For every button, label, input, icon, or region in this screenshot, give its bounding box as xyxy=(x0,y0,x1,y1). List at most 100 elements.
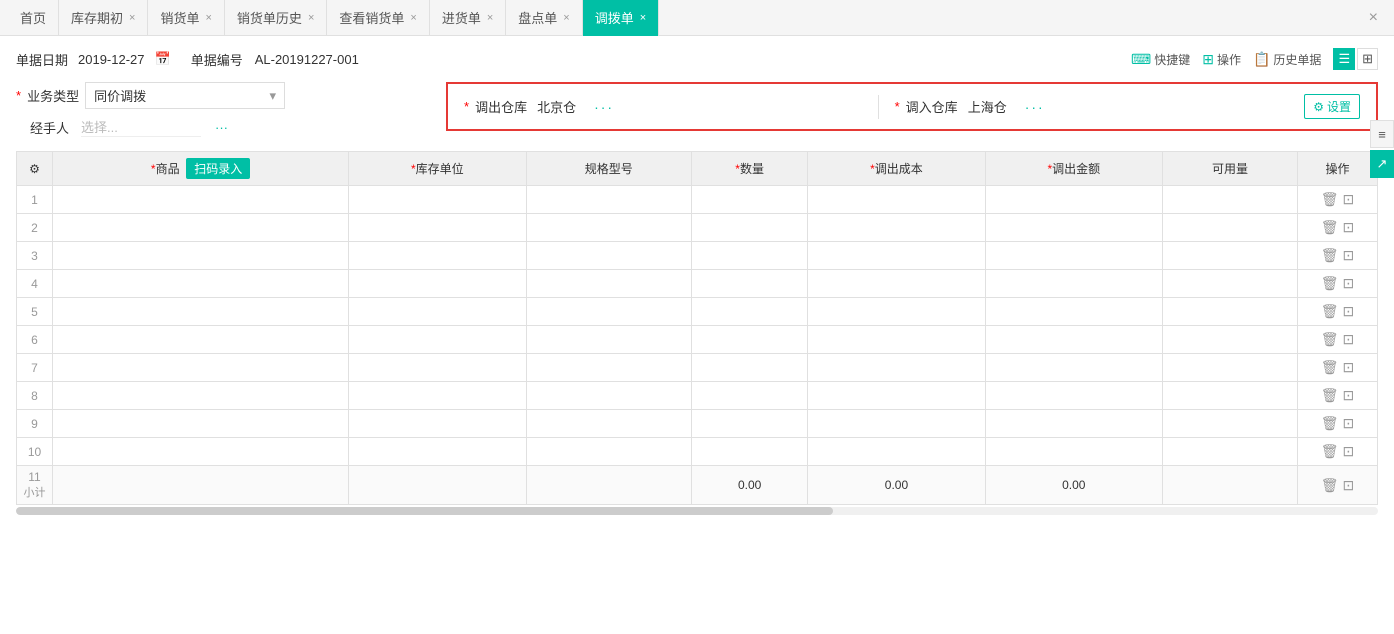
unit-cell[interactable] xyxy=(349,382,526,410)
copy-icon[interactable]: ⊡ xyxy=(1343,219,1355,236)
copy-icon[interactable]: ⊡ xyxy=(1343,443,1355,460)
product-cell[interactable] xyxy=(53,186,349,214)
qty-cell[interactable] xyxy=(691,214,807,242)
copy-icon[interactable]: ⊡ xyxy=(1343,247,1355,264)
out-warehouse-more-icon[interactable]: ··· xyxy=(594,99,614,115)
person-more-icon[interactable]: ··· xyxy=(215,120,228,135)
close-icon[interactable]: × xyxy=(487,12,493,24)
out-cost-cell[interactable] xyxy=(808,186,985,214)
copy-icon[interactable]: ⊡ xyxy=(1343,191,1355,208)
available-cell[interactable] xyxy=(1162,298,1297,326)
product-cell[interactable] xyxy=(53,354,349,382)
delete-icon[interactable]: 🗑 xyxy=(1321,219,1339,236)
unit-cell[interactable] xyxy=(349,354,526,382)
copy-icon[interactable]: ⊡ xyxy=(1343,303,1355,320)
qty-cell[interactable] xyxy=(691,186,807,214)
available-cell[interactable] xyxy=(1162,382,1297,410)
spec-cell[interactable] xyxy=(526,186,691,214)
out-amount-cell[interactable] xyxy=(985,326,1162,354)
copy-icon[interactable]: ⊡ xyxy=(1343,387,1355,404)
settings-button[interactable]: ⚙ 设置 xyxy=(1304,94,1360,119)
spec-cell[interactable] xyxy=(526,214,691,242)
float-expand-button[interactable]: ↗ xyxy=(1370,150,1394,178)
out-cost-cell[interactable] xyxy=(808,214,985,242)
spec-cell[interactable] xyxy=(526,382,691,410)
tab-sales-history[interactable]: 销货单历史 × xyxy=(225,0,327,36)
copy-icon[interactable]: ⊡ xyxy=(1343,331,1355,348)
product-cell[interactable] xyxy=(53,298,349,326)
spec-cell[interactable] xyxy=(526,242,691,270)
qty-cell[interactable] xyxy=(691,410,807,438)
out-amount-cell[interactable] xyxy=(985,410,1162,438)
product-cell[interactable] xyxy=(53,438,349,466)
out-amount-cell[interactable] xyxy=(985,382,1162,410)
tab-sales-order[interactable]: 销货单 × xyxy=(148,0,224,36)
delete-icon[interactable]: 🗑 xyxy=(1321,247,1339,264)
product-cell[interactable] xyxy=(53,382,349,410)
out-cost-cell[interactable] xyxy=(808,438,985,466)
available-cell[interactable] xyxy=(1162,270,1297,298)
unit-cell[interactable] xyxy=(349,214,526,242)
out-cost-cell[interactable] xyxy=(808,270,985,298)
available-cell[interactable] xyxy=(1162,326,1297,354)
tab-view-sales[interactable]: 查看销货单 × xyxy=(327,0,429,36)
unit-cell[interactable] xyxy=(349,186,526,214)
spec-cell[interactable] xyxy=(526,298,691,326)
spec-cell[interactable] xyxy=(526,326,691,354)
biz-type-select[interactable]: 同价调拨 ▾ xyxy=(85,82,285,109)
window-close-button[interactable]: × xyxy=(1361,9,1386,27)
out-cost-cell[interactable] xyxy=(808,326,985,354)
qty-cell[interactable] xyxy=(691,354,807,382)
spec-cell[interactable] xyxy=(526,354,691,382)
unit-cell[interactable] xyxy=(349,438,526,466)
out-amount-cell[interactable] xyxy=(985,270,1162,298)
delete-icon[interactable]: 🗑 xyxy=(1321,477,1339,494)
tab-transfer-order[interactable]: 调拨单 × xyxy=(583,0,659,36)
delete-icon[interactable]: 🗑 xyxy=(1321,415,1339,432)
product-cell[interactable] xyxy=(53,214,349,242)
close-icon[interactable]: × xyxy=(640,12,646,24)
product-cell[interactable] xyxy=(53,242,349,270)
available-cell[interactable] xyxy=(1162,242,1297,270)
delete-icon[interactable]: 🗑 xyxy=(1321,303,1339,320)
delete-icon[interactable]: 🗑 xyxy=(1321,331,1339,348)
qty-cell[interactable] xyxy=(691,326,807,354)
layout-list-icon[interactable]: ☰ xyxy=(1333,48,1355,70)
available-cell[interactable] xyxy=(1162,186,1297,214)
in-warehouse-more-icon[interactable]: ··· xyxy=(1025,99,1045,115)
layout-grid-icon[interactable]: ⊞ xyxy=(1357,48,1378,70)
delete-icon[interactable]: 🗑 xyxy=(1321,275,1339,292)
out-amount-cell[interactable] xyxy=(985,242,1162,270)
delete-icon[interactable]: 🗑 xyxy=(1321,359,1339,376)
out-amount-cell[interactable] xyxy=(985,438,1162,466)
copy-icon[interactable]: ⊡ xyxy=(1343,275,1355,292)
product-cell[interactable] xyxy=(53,326,349,354)
qty-cell[interactable] xyxy=(691,298,807,326)
copy-icon[interactable]: ⊡ xyxy=(1343,477,1355,494)
out-amount-cell[interactable] xyxy=(985,214,1162,242)
unit-cell[interactable] xyxy=(349,410,526,438)
close-icon[interactable]: × xyxy=(129,12,135,24)
qty-cell[interactable] xyxy=(691,270,807,298)
tab-home[interactable]: 首页 xyxy=(8,0,59,36)
available-cell[interactable] xyxy=(1162,438,1297,466)
out-cost-cell[interactable] xyxy=(808,410,985,438)
out-cost-cell[interactable] xyxy=(808,242,985,270)
tab-inventory-check[interactable]: 盘点单 × xyxy=(506,0,582,36)
delete-icon[interactable]: 🗑 xyxy=(1321,443,1339,460)
tab-inventory-init[interactable]: 库存期初 × xyxy=(59,0,148,36)
scan-button[interactable]: 扫码录入 xyxy=(186,158,250,179)
spec-cell[interactable] xyxy=(526,410,691,438)
qty-cell[interactable] xyxy=(691,242,807,270)
copy-icon[interactable]: ⊡ xyxy=(1343,415,1355,432)
out-cost-cell[interactable] xyxy=(808,298,985,326)
available-cell[interactable] xyxy=(1162,214,1297,242)
spec-cell[interactable] xyxy=(526,438,691,466)
delete-icon[interactable]: 🗑 xyxy=(1321,387,1339,404)
copy-icon[interactable]: ⊡ xyxy=(1343,359,1355,376)
unit-cell[interactable] xyxy=(349,270,526,298)
float-list-button[interactable]: ≡ xyxy=(1370,120,1394,148)
calendar-icon[interactable]: 📅 xyxy=(155,51,171,67)
available-cell[interactable] xyxy=(1162,354,1297,382)
horizontal-scrollbar[interactable] xyxy=(16,507,1378,515)
